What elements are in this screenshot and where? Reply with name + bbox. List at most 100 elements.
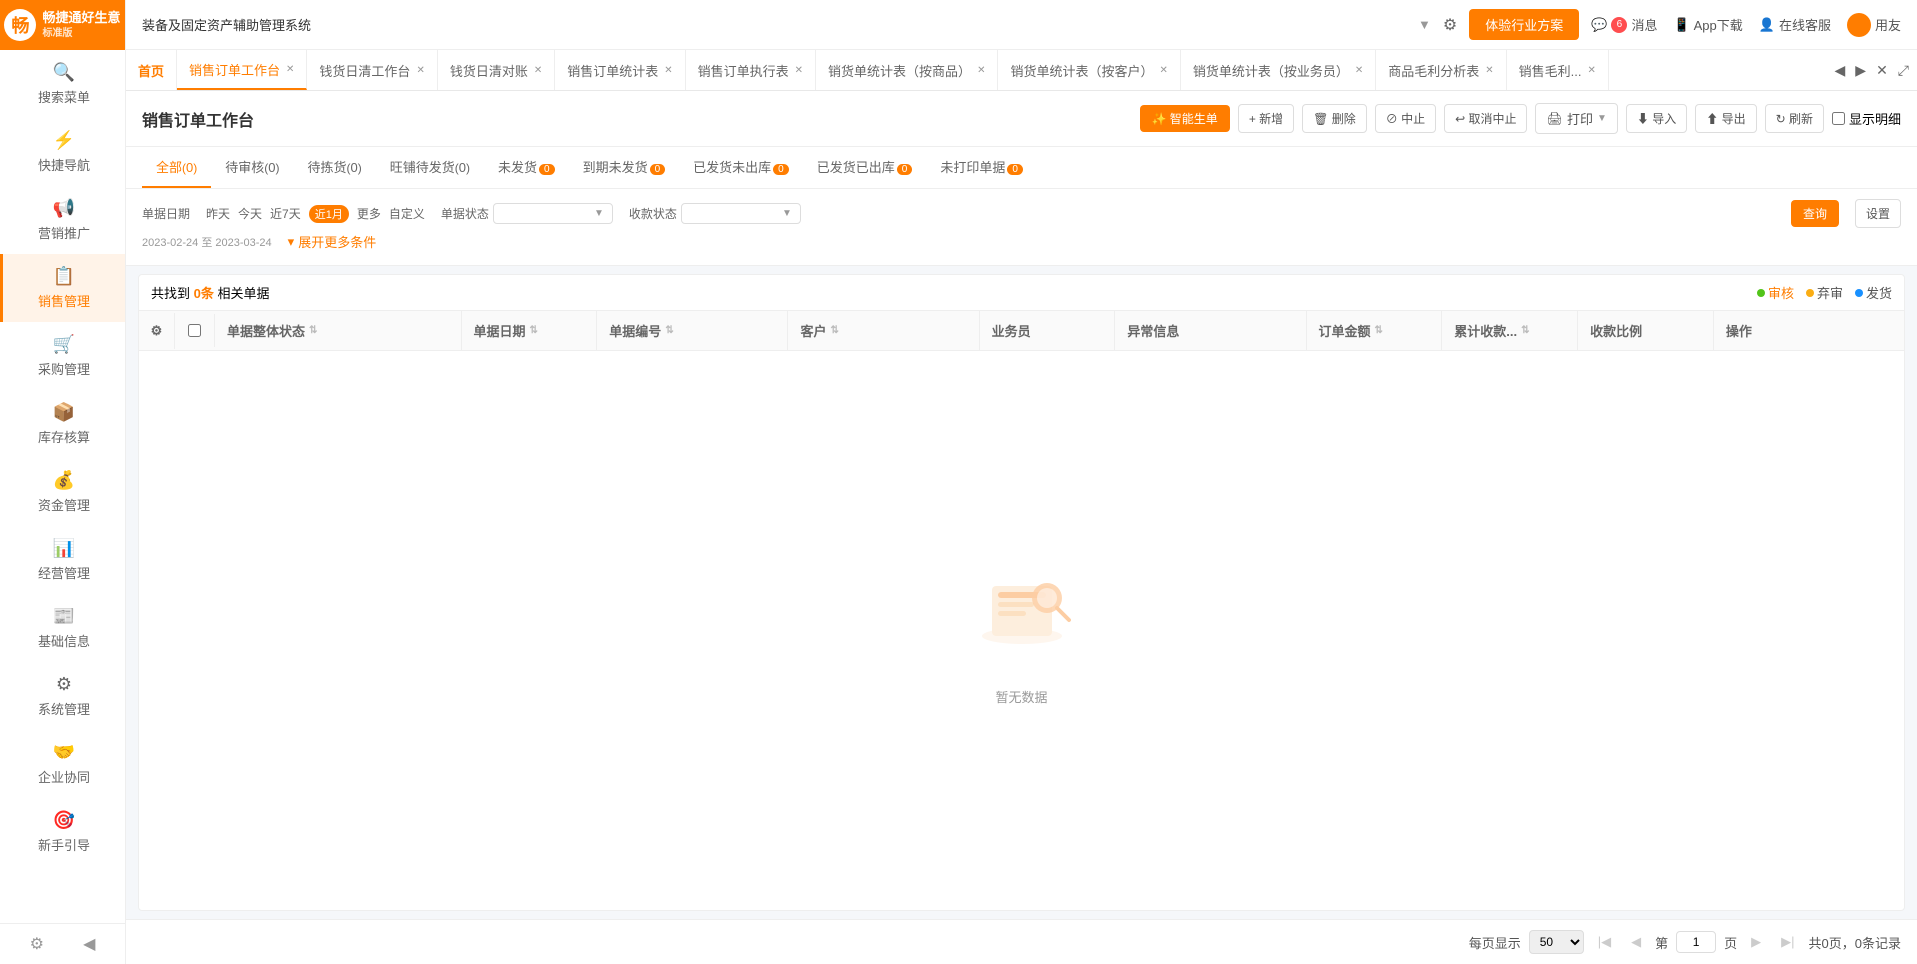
sidebar-item-inventory[interactable]: 📦 库存核算 [0,390,125,458]
table-count-value: 0条 [194,286,214,301]
tab-sales-stat[interactable]: 销售订单统计表 ✕ [555,50,685,90]
sidebar-item-newbie[interactable]: 🎯 新手引导 [0,798,125,866]
settings-bottom-btn[interactable]: ⚙ [30,934,44,954]
sidebar-item-search[interactable]: 🔍 搜索菜单 [0,50,125,118]
app-download-btn[interactable]: 📱 App下载 [1673,15,1742,34]
sub-tab-unshipped[interactable]: 未发货0 [484,147,569,188]
review-action-btn[interactable]: 审核 [1757,283,1794,302]
sidebar-item-enterprise[interactable]: 🤝 企业协同 [0,730,125,798]
refresh-btn[interactable]: ↻ 刷新 [1765,104,1824,133]
user-info[interactable]: 用友 [1847,13,1901,37]
collapse-btn[interactable]: ◀ [83,934,95,954]
tab-close-gross-profit-icon[interactable]: ✕ [1485,65,1493,76]
th-customer-label: 客户 [800,321,826,340]
page-next-btn[interactable]: ▶ [1745,932,1767,952]
tab-close-sales-exec-icon[interactable]: ✕ [795,65,803,76]
stop-btn[interactable]: ⊘ 中止 [1375,104,1436,133]
sidebar-item-sales[interactable]: 📋 销售管理 [0,254,125,322]
cancel-stop-btn[interactable]: ↩ 取消中止 [1444,104,1527,133]
tab-close-goods-stat-icon[interactable]: ✕ [977,65,985,76]
show-detail-label[interactable]: 显示明细 [1832,109,1901,128]
th-setting[interactable]: ⚙ [139,313,175,349]
sidebar-item-quicknav[interactable]: ⚡ 快捷导航 [0,118,125,186]
show-detail-checkbox[interactable] [1832,112,1845,125]
online-service-btn[interactable]: 👤 在线客服 [1759,15,1831,34]
sub-tab-shipped-out[interactable]: 已发货已出库0 [803,147,927,188]
sub-tab-shipped-not-out[interactable]: 已发货未出库0 [679,147,803,188]
sub-tab-not-printed[interactable]: 未打印单据0 [926,147,1037,188]
date-more[interactable]: 更多 [357,205,381,222]
query-btn[interactable]: 查询 [1791,200,1839,227]
settings-filter-btn[interactable]: 设置 [1855,199,1901,228]
tab-cash-reconcile[interactable]: 钱货日清对账 ✕ [438,50,555,90]
print-btn[interactable]: 🖨 打印 ▼ [1535,103,1617,134]
sub-tab-pending-pick[interactable]: 待拣货(0) [294,147,376,188]
status-select[interactable]: ▼ [493,203,613,224]
tab-goods-stat[interactable]: 销货单统计表（按商品） ✕ [816,50,998,90]
total-records: 共0页，0条记录 [1809,933,1901,952]
th-status[interactable]: 单据整体状态 ⇅ [215,311,462,350]
export-btn[interactable]: ⬆ 导出 [1695,104,1756,133]
tab-gross-profit[interactable]: 商品毛利分析表 ✕ [1376,50,1506,90]
th-date[interactable]: 单据日期 ⇅ [462,311,598,350]
date-today[interactable]: 今天 [238,205,262,222]
page-prev-btn[interactable]: ◀ [1625,932,1647,952]
tabs-close-all-btn[interactable]: ✕ [1872,60,1892,81]
sub-tab-overdue-ship[interactable]: 到期未发货0 [569,147,680,188]
sidebar-item-marketing[interactable]: 📢 营销推广 [0,186,125,254]
th-customer[interactable]: 客户 ⇅ [788,311,979,350]
tab-close-customer-stat-icon[interactable]: ✕ [1159,65,1167,76]
sub-tab-all[interactable]: 全部(0) [142,147,211,188]
expand-conditions-btn[interactable]: ▾ 展开更多条件 [288,232,377,251]
th-amount[interactable]: 订单金额 ⇅ [1307,311,1443,350]
th-code[interactable]: 单据编号 ⇅ [597,311,788,350]
tab-close-cash-daily-icon[interactable]: ✕ [416,65,424,76]
add-btn[interactable]: + 新增 [1238,104,1294,133]
th-collected[interactable]: 累计收款... ⇅ [1442,311,1578,350]
date-yesterday[interactable]: 昨天 [206,205,230,222]
page-first-btn[interactable]: |◀ [1592,932,1617,952]
select-all-checkbox[interactable] [188,324,201,337]
tab-close-icon[interactable]: ✕ [286,64,294,75]
tab-sales-order-workbench[interactable]: 销售订单工作台 ✕ [177,50,307,90]
th-salesman: 业务员 [980,311,1116,350]
th-checkbox[interactable] [175,314,215,347]
tabs-next-btn[interactable]: ▶ [1851,60,1870,81]
date-custom[interactable]: 自定义 [389,205,425,222]
page-number-input[interactable] [1676,931,1716,953]
date-7days[interactable]: 近7天 [270,205,301,222]
payment-select[interactable]: ▼ [681,203,801,224]
import-btn[interactable]: ⬇ 导入 [1626,104,1687,133]
sub-tab-wangpu-ship[interactable]: 旺铺待发货(0) [376,147,484,188]
page-last-btn[interactable]: ▶| [1775,932,1800,952]
sidebar-item-operations[interactable]: 📊 经营管理 [0,526,125,594]
settings-header-icon[interactable]: ⚙ [1443,15,1457,35]
industry-btn[interactable]: 体验行业方案 [1469,9,1579,40]
tabs-prev-btn[interactable]: ◀ [1831,60,1850,81]
tab-close-salesman-stat-icon[interactable]: ✕ [1355,65,1363,76]
date-filter-label: 单据日期 [142,205,190,222]
tab-customer-stat[interactable]: 销货单统计表（按客户） ✕ [998,50,1180,90]
tab-sales-gross[interactable]: 销售毛利... ✕ [1507,50,1609,90]
tab-cash-daily[interactable]: 钱货日清工作台 ✕ [307,50,437,90]
sidebar-item-finance[interactable]: 💰 资金管理 [0,458,125,526]
sidebar-item-purchase[interactable]: 🛒 采购管理 [0,322,125,390]
date-1month[interactable]: 近1月 [309,205,349,223]
tabs-fullscreen-btn[interactable]: ⤢ [1894,60,1913,81]
tab-close-cash-reconcile-icon[interactable]: ✕ [534,65,542,76]
message-btn[interactable]: 💬 6 消息 [1591,15,1657,34]
marketing-icon: 📢 [53,198,75,219]
delete-btn[interactable]: 🗑 删除 [1302,104,1367,133]
tab-salesman-stat[interactable]: 销货单统计表（按业务员） ✕ [1181,50,1376,90]
sub-tab-pending-review[interactable]: 待审核(0) [211,147,293,188]
tab-close-sales-stat-icon[interactable]: ✕ [664,65,672,76]
smart-generate-btn[interactable]: ✨ 智能生单 [1140,105,1230,132]
sidebar-item-basicinfo[interactable]: 📰 基础信息 [0,594,125,662]
page-size-select[interactable]: 50 10 20 100 [1529,930,1584,954]
tab-close-sales-gross-icon[interactable]: ✕ [1588,65,1596,76]
tab-sales-exec[interactable]: 销售订单执行表 ✕ [686,50,816,90]
sidebar-item-system[interactable]: ⚙ 系统管理 [0,662,125,730]
unreviewed-action-btn[interactable]: 弃审 [1806,283,1843,302]
tab-home[interactable]: 首页 [126,50,177,90]
ship-action-btn[interactable]: 发货 [1855,283,1892,302]
